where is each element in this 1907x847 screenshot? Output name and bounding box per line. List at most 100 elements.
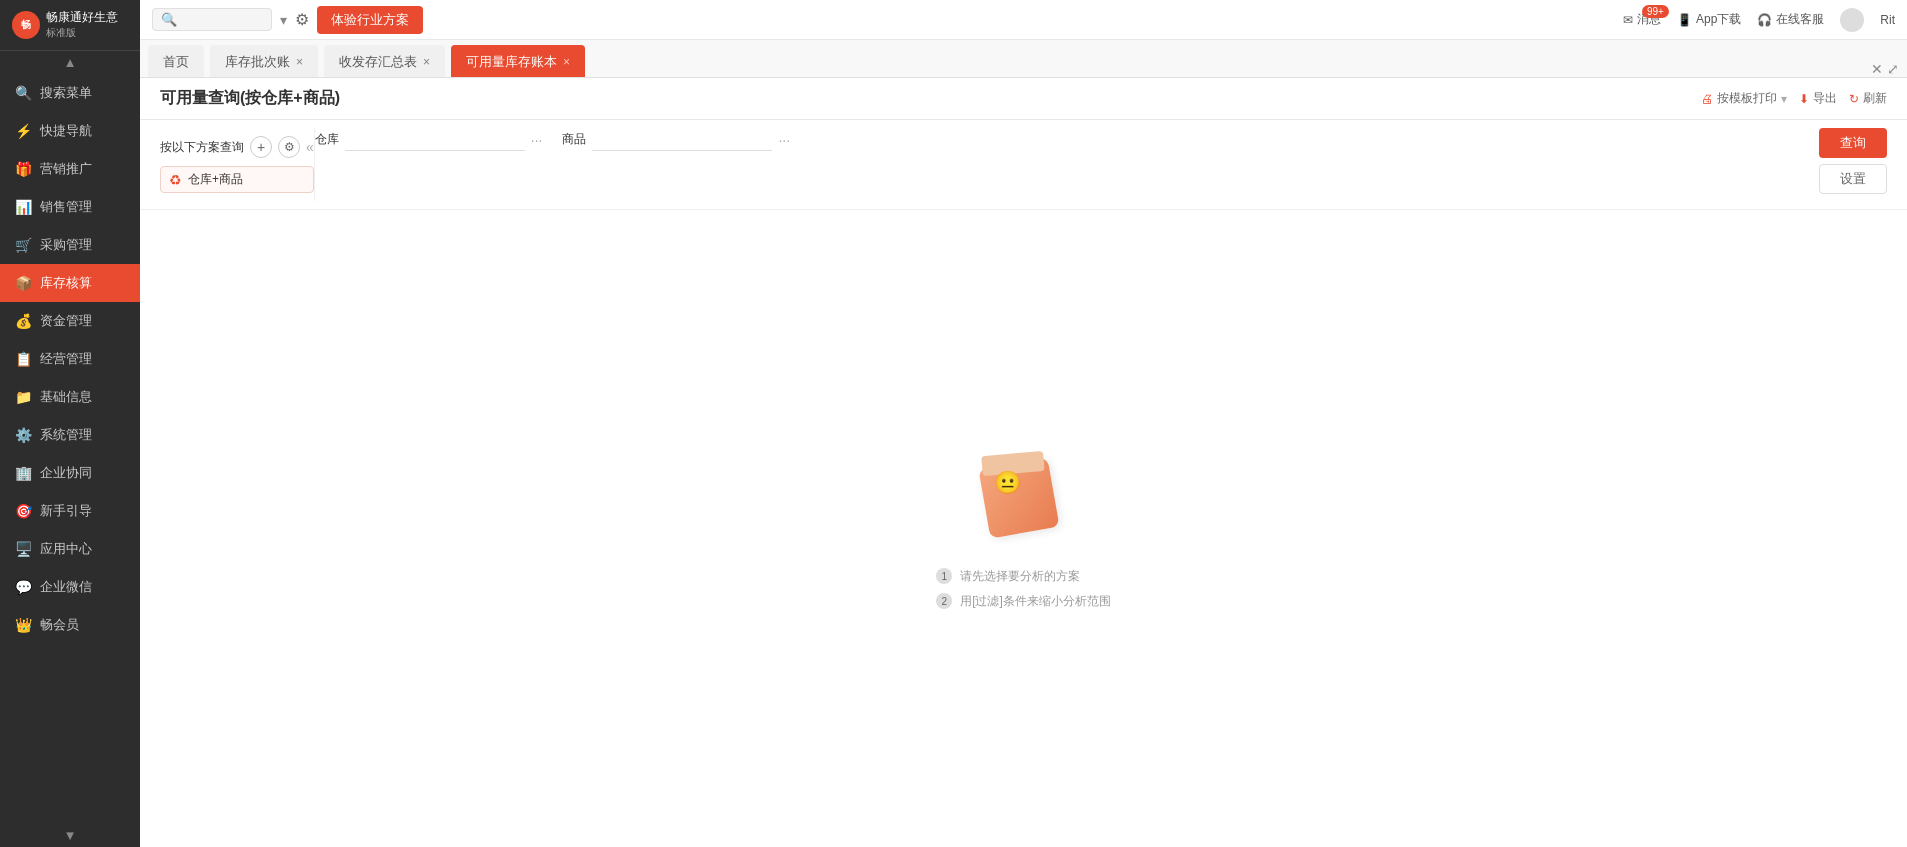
warehouse-input[interactable] — [345, 128, 525, 151]
tabbar: 首页库存批次账×收发存汇总表×可用量库存账本× ✕ ⤢ — [140, 40, 1907, 78]
tab-close-batch[interactable]: × — [296, 55, 303, 69]
refresh-icon: ↻ — [1849, 92, 1859, 106]
tab-home[interactable]: 首页 — [148, 45, 204, 77]
tabs-wrapper: 首页库存批次账×收发存汇总表×可用量库存账本× — [140, 45, 1863, 77]
newbie-icon: 🎯 — [14, 502, 32, 520]
sidebar-label-sales: 销售管理 — [40, 198, 92, 216]
sidebar-item-wechat[interactable]: 💬 企业微信 — [0, 568, 140, 606]
scheme-warehouse-goods[interactable]: ♻ 仓库+商品 — [160, 166, 314, 193]
sidebar-item-appstore[interactable]: 🖥️ 应用中心 — [0, 530, 140, 568]
app-info: 畅康通好生意 标准版 — [46, 10, 118, 40]
sidebar-label-finance: 资金管理 — [40, 312, 92, 330]
sidebar-item-sales[interactable]: 📊 销售管理 — [0, 188, 140, 226]
scheme-settings-button[interactable]: ⚙ — [278, 136, 300, 158]
sidebar-label-base: 基础信息 — [40, 388, 92, 406]
close-tab-icon[interactable]: ✕ — [1871, 61, 1883, 77]
user-avatar — [1840, 8, 1864, 32]
sidebar-item-purchase[interactable]: 🛒 采购管理 — [0, 226, 140, 264]
headphone-icon: 🎧 — [1757, 13, 1772, 27]
dropdown-icon[interactable]: ▾ — [280, 12, 287, 28]
sidebar-item-finance[interactable]: 💰 资金管理 — [0, 302, 140, 340]
sidebar-label-newbie: 新手引导 — [40, 502, 92, 520]
appstore-icon: 🖥️ — [14, 540, 32, 558]
sidebar-item-base[interactable]: 📁 基础信息 — [0, 378, 140, 416]
export-button[interactable]: ⬇ 导出 — [1799, 90, 1837, 107]
inventory-icon: 📦 — [14, 274, 32, 292]
sidebar-item-operations[interactable]: 📋 经营管理 — [0, 340, 140, 378]
tabbar-controls: ✕ ⤢ — [1863, 61, 1907, 77]
sidebar-item-enterprise[interactable]: 🏢 企业协同 — [0, 454, 140, 492]
sidebar-item-search[interactable]: 🔍 搜索菜单 — [0, 74, 140, 112]
gear-icon[interactable]: ⚙ — [295, 10, 309, 29]
trial-button[interactable]: 体验行业方案 — [317, 6, 423, 34]
app-download-button[interactable]: 📱 App下载 — [1677, 11, 1741, 28]
empty-hint-1: 1 请先选择要分析的方案 — [936, 568, 1111, 585]
print-button[interactable]: 🖨 按模板打印 ▾ — [1701, 90, 1787, 107]
warehouse-label: 仓库 — [315, 131, 339, 148]
content-area: 😐 1 请先选择要分析的方案 2 用[过滤]条件来缩小分析范围 — [140, 210, 1907, 847]
messages-button[interactable]: ✉ 消息 99+ — [1623, 11, 1661, 28]
sidebar-item-marketing-promo[interactable]: 🎁 营销推广 — [0, 150, 140, 188]
export-icon: ⬇ — [1799, 92, 1809, 106]
app-version: 标准版 — [46, 26, 118, 40]
empty-illustration: 😐 — [974, 448, 1074, 548]
scheme-item-label: 仓库+商品 — [188, 171, 243, 188]
sidebar-label-inventory: 库存核算 — [40, 274, 92, 292]
sidebar-nav: 🔍 搜索菜单 ⚡ 快捷导航 🎁 营销推广 📊 销售管理 🛒 采购管理 📦 库存核… — [0, 74, 140, 824]
maximize-icon[interactable]: ⤢ — [1887, 61, 1899, 77]
sidebar-scroll-down[interactable]: ▼ — [0, 824, 140, 847]
hint-num-1: 1 — [936, 568, 952, 584]
query-scheme-controls: 按以下方案查询 + ⚙ « — [160, 136, 314, 158]
sidebar-item-inventory[interactable]: 📦 库存核算 — [0, 264, 140, 302]
wechat-icon: 💬 — [14, 578, 32, 596]
warehouse-more-icon[interactable]: ··· — [531, 132, 543, 148]
goods-input[interactable] — [592, 128, 772, 151]
tab-available[interactable]: 可用量库存账本× — [451, 45, 585, 77]
collapse-icon[interactable]: « — [306, 139, 314, 155]
sidebar-item-member[interactable]: 👑 畅会员 — [0, 606, 140, 644]
sidebar-label-appstore: 应用中心 — [40, 540, 92, 558]
sidebar-label-purchase: 采购管理 — [40, 236, 92, 254]
page-actions: 🖨 按模板打印 ▾ ⬇ 导出 ↻ 刷新 — [1701, 90, 1887, 107]
scheme-item-icon: ♻ — [169, 172, 182, 188]
empty-hint-2: 2 用[过滤]条件来缩小分析范围 — [936, 593, 1111, 610]
tab-close-receipts[interactable]: × — [423, 55, 430, 69]
sidebar-item-system[interactable]: ⚙️ 系统管理 — [0, 416, 140, 454]
sidebar-label-search: 搜索菜单 — [40, 84, 92, 102]
message-badge: 99+ — [1642, 5, 1669, 18]
query-button[interactable]: 查询 — [1819, 128, 1887, 158]
search-box[interactable]: 🔍 — [152, 8, 272, 31]
search-input[interactable] — [181, 13, 271, 27]
goods-more-icon[interactable]: ··· — [778, 132, 790, 148]
query-row: 按以下方案查询 + ⚙ « ♻ 仓库+商品 仓库 ··· 商品 ··· — [140, 120, 1907, 210]
settings-button[interactable]: 设置 — [1819, 164, 1887, 194]
online-service-button[interactable]: 🎧 在线客服 — [1757, 11, 1824, 28]
tab-label-receipts: 收发存汇总表 — [339, 53, 417, 71]
tab-close-available[interactable]: × — [563, 55, 570, 69]
app-name: 畅康通好生意 — [46, 10, 118, 26]
base-icon: 📁 — [14, 388, 32, 406]
tab-batch[interactable]: 库存批次账 × — [210, 45, 318, 77]
add-scheme-button[interactable]: + — [250, 136, 272, 158]
search-icon: 🔍 — [14, 84, 32, 102]
tab-label-batch: 库存批次账 — [225, 53, 290, 71]
scheme-panel: 按以下方案查询 + ⚙ « ♻ 仓库+商品 — [160, 128, 315, 201]
sidebar-label-enterprise: 企业协同 — [40, 464, 92, 482]
system-icon: ⚙️ — [14, 426, 32, 444]
sidebar-scroll-up[interactable]: ▲ — [0, 51, 140, 74]
quick-icon: ⚡ — [14, 122, 32, 140]
sidebar-label-system: 系统管理 — [40, 426, 92, 444]
tab-receipts[interactable]: 收发存汇总表 × — [324, 45, 445, 77]
sales-icon: 📊 — [14, 198, 32, 216]
sidebar-label-operations: 经营管理 — [40, 350, 92, 368]
refresh-label: 刷新 — [1863, 90, 1887, 107]
sidebar-item-quick[interactable]: ⚡ 快捷导航 — [0, 112, 140, 150]
refresh-button[interactable]: ↻ 刷新 — [1849, 90, 1887, 107]
app-download-label: App下载 — [1696, 11, 1741, 28]
print-dropdown-icon[interactable]: ▾ — [1781, 92, 1787, 106]
app-logo: 畅 — [12, 11, 40, 39]
sidebar-item-newbie[interactable]: 🎯 新手引导 — [0, 492, 140, 530]
sidebar: 畅 畅康通好生意 标准版 ▲ 🔍 搜索菜单 ⚡ 快捷导航 🎁 营销推广 📊 销售… — [0, 0, 140, 847]
tab-label-home: 首页 — [163, 53, 189, 71]
search-icon: 🔍 — [161, 12, 177, 27]
